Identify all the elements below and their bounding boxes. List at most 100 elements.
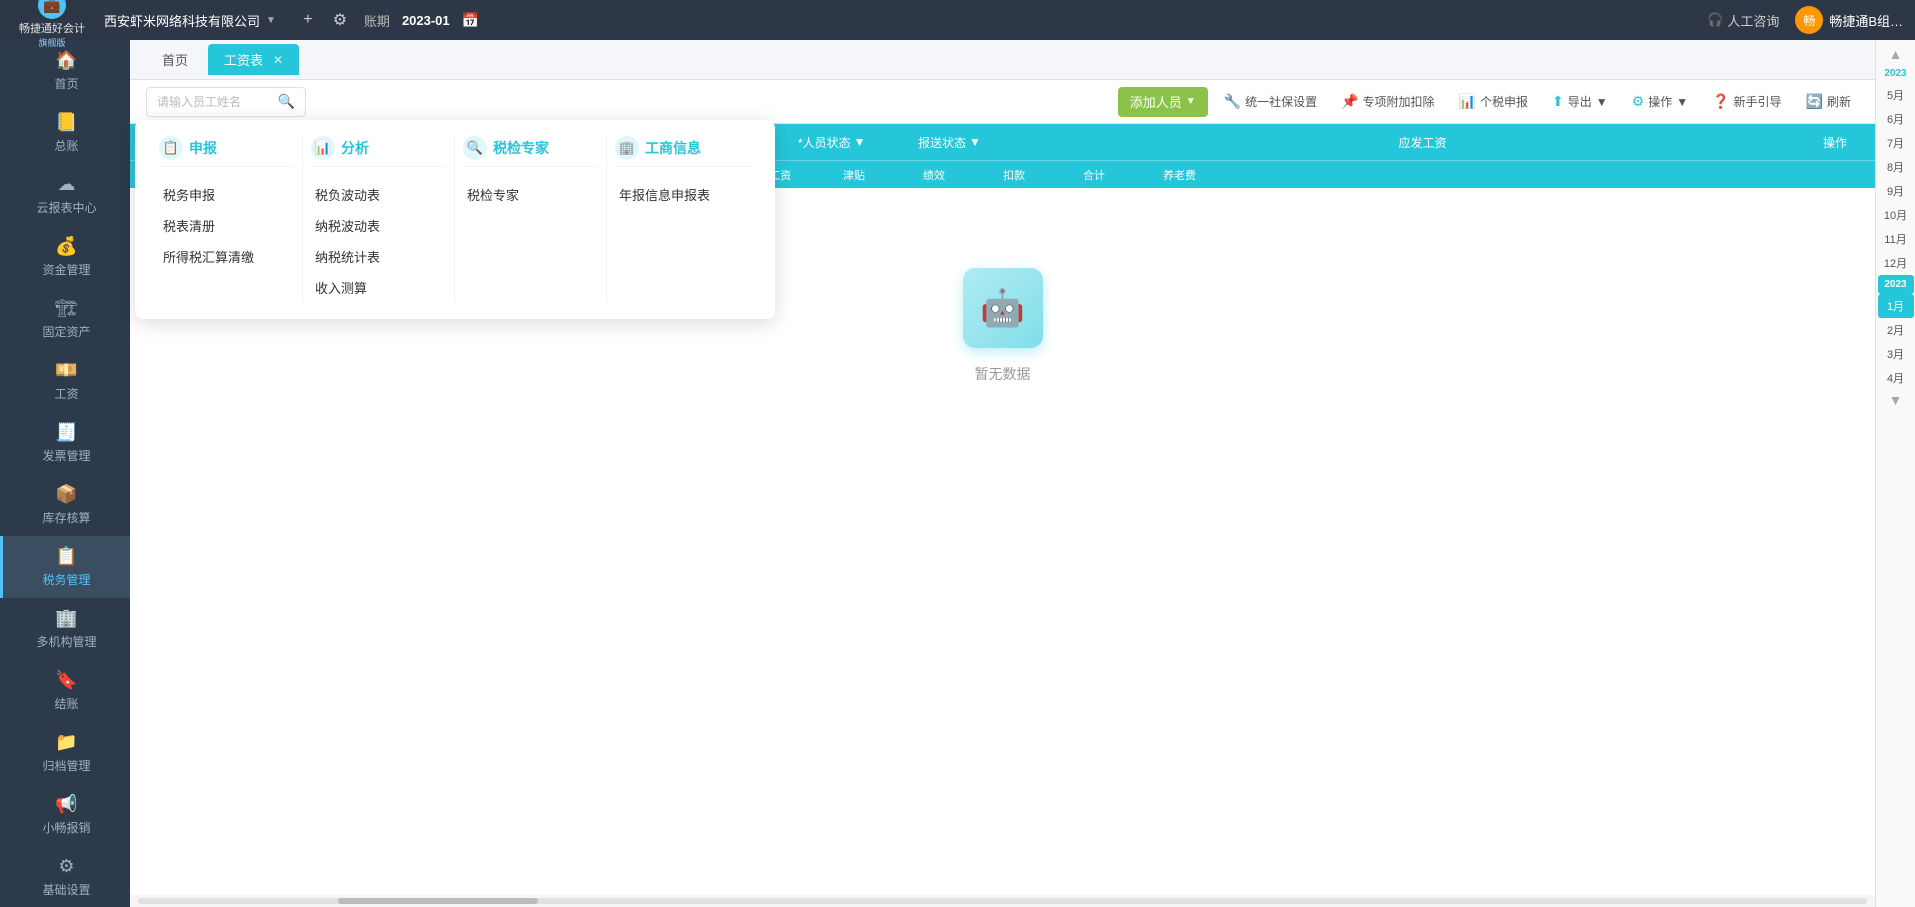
- special-deduct-label: 专项附加扣除: [1363, 93, 1435, 110]
- month-6[interactable]: 6月: [1878, 107, 1914, 131]
- tax-stats-menu-item[interactable]: 纳税统计表: [311, 241, 446, 272]
- user-name: 畅捷通B组…: [1829, 11, 1903, 30]
- sidebar-item-tax[interactable]: 📋 税务管理: [0, 536, 130, 598]
- th-ops: 操作: [1815, 134, 1875, 151]
- sidebar-item-salary[interactable]: 💴 工资: [0, 350, 130, 412]
- dropdown-grid: 📋 申报 税务申报 税表清册 所得税汇算清缴 📊 分析 税负波动表 纳税波动表 …: [151, 136, 759, 303]
- settings-icon[interactable]: ⚙: [328, 8, 352, 32]
- company-selector[interactable]: 西安虾米网络科技有限公司 ▼: [104, 11, 276, 30]
- user-info[interactable]: 畅 畅捷通B组…: [1795, 6, 1903, 34]
- social-insurance-button[interactable]: 🔧 统一社保设置: [1216, 89, 1325, 114]
- search-input[interactable]: 请输入员工姓名 🔍: [146, 87, 306, 117]
- month-2[interactable]: 2月: [1878, 318, 1914, 342]
- sidebar-item-close[interactable]: 🔖 结账: [0, 660, 130, 722]
- sidebar-item-expense[interactable]: 📢 小畅报销: [0, 784, 130, 846]
- sidebar-item-invoice[interactable]: 🧾 发票管理: [0, 412, 130, 474]
- scrollbar-thumb[interactable]: [338, 898, 538, 904]
- tax-table-menu-item[interactable]: 税表清册: [159, 210, 294, 241]
- tax-report-button[interactable]: 📊 个税申报: [1451, 89, 1536, 114]
- filter-icon2[interactable]: ▼: [969, 135, 981, 149]
- headphone-icon: 🎧: [1707, 12, 1723, 28]
- dropdown-section-analysis: 📊 分析 税负波动表 纳税波动表 纳税统计表 收入测算: [303, 136, 455, 303]
- taxexpert-menu-item[interactable]: 税检专家: [463, 179, 598, 210]
- add-person-button[interactable]: 添加人员 ▼: [1118, 87, 1208, 117]
- app-name: 畅捷通好会计: [19, 20, 85, 36]
- service-label: 人工咨询: [1727, 11, 1779, 30]
- sidebar-item-multi-org[interactable]: 🏢 多机构管理: [0, 598, 130, 660]
- scrollbar-track[interactable]: [138, 898, 1867, 904]
- topbar-actions: + ⚙: [296, 8, 352, 32]
- month-12[interactable]: 12月: [1878, 251, 1914, 275]
- filter-icon[interactable]: ▼: [854, 135, 866, 149]
- tax-payment-menu-item[interactable]: 纳税波动表: [311, 210, 446, 241]
- gear-icon: ⚙: [58, 856, 74, 877]
- month-5[interactable]: 5月: [1878, 83, 1914, 107]
- empty-text: 暂无数据: [975, 364, 1031, 384]
- month-9[interactable]: 9月: [1878, 179, 1914, 203]
- month-3[interactable]: 3月: [1878, 342, 1914, 366]
- app-sub: 旗舰版: [38, 36, 65, 49]
- sidebar-item-ledger[interactable]: 📒 总账: [0, 102, 130, 164]
- month-11[interactable]: 11月: [1878, 227, 1914, 251]
- operate-arrow-icon: ▼: [1676, 95, 1688, 109]
- tab-bar: 首页 工资表 ✕: [130, 40, 1875, 80]
- tax-report-menu-item[interactable]: 税务申报: [159, 179, 294, 210]
- income-tax-menu-item[interactable]: 所得税汇算清缴: [159, 241, 294, 272]
- org-icon: 🏢: [55, 608, 77, 629]
- month-8[interactable]: 8月: [1878, 155, 1914, 179]
- avatar: 畅: [1795, 6, 1823, 34]
- year-label-2023: 2023: [1878, 64, 1914, 83]
- tab-close-icon[interactable]: ✕: [273, 53, 283, 67]
- scroll-down-button[interactable]: ▼: [1882, 390, 1910, 410]
- scrollbar-container: [130, 895, 1875, 907]
- export-icon: ⬆: [1552, 93, 1564, 110]
- tab-salary[interactable]: 工资表 ✕: [208, 44, 299, 75]
- toolbar: 请输入员工姓名 🔍 添加人员 ▼ 🔧 统一社保设置 📌 专项附加扣除 📊 个税申…: [130, 80, 1875, 124]
- month-4[interactable]: 4月: [1878, 366, 1914, 390]
- sidebar-item-asset[interactable]: 🏗 固定资产: [0, 288, 130, 350]
- th-pension: 养老费: [1155, 167, 1235, 183]
- tax-burden-menu-item[interactable]: 税负波动表: [311, 179, 446, 210]
- invoice-icon: 🧾: [55, 422, 77, 443]
- th-report: 报送状态 ▼: [910, 134, 1030, 151]
- scroll-up-button[interactable]: ▲: [1882, 44, 1910, 64]
- month-1-active[interactable]: 1月: [1878, 294, 1914, 318]
- export-button[interactable]: ⬆ 导出 ▼: [1544, 89, 1616, 114]
- tab-home[interactable]: 首页: [146, 44, 204, 75]
- add-icon[interactable]: +: [296, 8, 320, 32]
- period-label: 账期: [364, 11, 390, 30]
- sidebar-item-fund[interactable]: 💰 资金管理: [0, 226, 130, 288]
- operate-button[interactable]: ⚙ 操作 ▼: [1624, 89, 1696, 114]
- special-deduct-button[interactable]: 📌 专项附加扣除: [1333, 89, 1442, 114]
- income-calc-menu-item[interactable]: 收入测算: [311, 272, 446, 303]
- guide-label: 新手引导: [1734, 93, 1782, 110]
- service-button[interactable]: 🎧 人工咨询: [1707, 11, 1779, 30]
- bizinfo-icon: 🏢: [615, 136, 639, 160]
- guide-button[interactable]: ❓ 新手引导: [1704, 89, 1789, 114]
- refresh-button[interactable]: 🔄 刷新: [1798, 89, 1859, 114]
- calendar-icon[interactable]: 📅: [462, 12, 479, 29]
- month-7[interactable]: 7月: [1878, 131, 1914, 155]
- sidebar-item-settings[interactable]: ⚙ 基础设置: [0, 846, 130, 907]
- sidebar-item-inventory[interactable]: 📦 库存核算: [0, 474, 130, 536]
- cloud-icon: ☁: [58, 174, 76, 195]
- search-placeholder: 请输入员工姓名: [157, 93, 241, 110]
- ledger-icon: 📒: [55, 112, 77, 133]
- shenb ao-title: 申报: [189, 138, 217, 158]
- th-salary-group: 应发工资: [1030, 134, 1815, 151]
- fund-icon: 💰: [55, 236, 77, 257]
- empty-icon: 🤖: [963, 268, 1043, 348]
- sidebar-item-home[interactable]: 🏠 首页: [0, 40, 130, 102]
- sidebar-item-archive[interactable]: 📁 归档管理: [0, 722, 130, 784]
- insurance-icon: 🔧: [1224, 93, 1241, 110]
- add-person-label: 添加人员: [1130, 92, 1182, 111]
- right-sidebar: ▲ 2023 5月 6月 7月 8月 9月 10月 11月 12月 2023 1…: [1875, 40, 1915, 907]
- dropdown-arrow-icon: ▼: [1186, 96, 1196, 107]
- refresh-icon: 🔄: [1806, 93, 1823, 110]
- operate-icon: ⚙: [1632, 93, 1645, 110]
- annual-report-menu-item[interactable]: 年报信息申报表: [615, 179, 751, 210]
- month-10[interactable]: 10月: [1878, 203, 1914, 227]
- sidebar-item-cloud[interactable]: ☁ 云报表中心: [0, 164, 130, 226]
- dropdown-section-taxexpert: 🔍 税检专家 税检专家: [455, 136, 607, 303]
- shenb ao-icon: 📋: [159, 136, 183, 160]
